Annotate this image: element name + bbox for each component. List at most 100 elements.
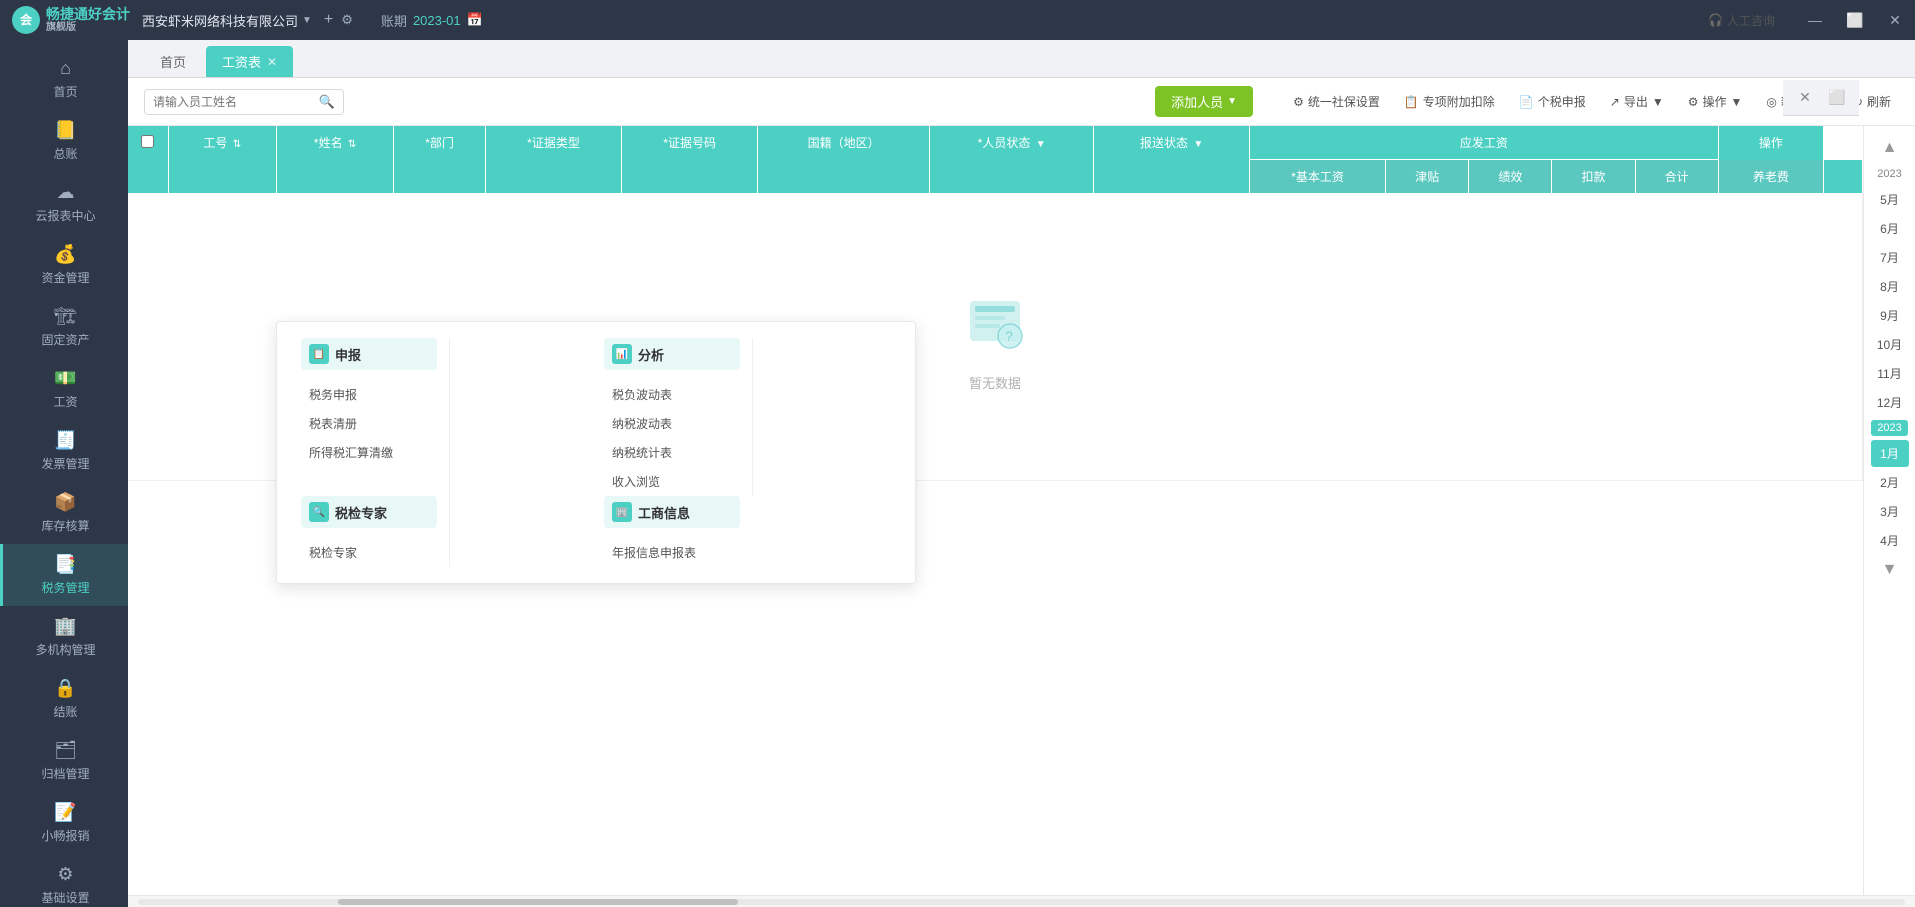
cal-nav-down[interactable]: ▼ [1876, 556, 1904, 584]
cal-month-9[interactable]: 9月 [1871, 302, 1909, 329]
sidebar-item-multi-org[interactable]: 🏢 多机构管理 [0, 606, 128, 668]
org-icon: 🏢 [54, 616, 76, 637]
cal-month-10[interactable]: 10月 [1871, 331, 1909, 358]
sidebar-label-fund: 资金管理 [41, 269, 89, 286]
tab-salary-table[interactable]: 工资表 ✕ [206, 46, 293, 77]
cal-month-1[interactable]: 1月 [1871, 440, 1909, 467]
cal-month-2[interactable]: 2月 [1871, 469, 1909, 496]
sidebar-label-tax: 税务管理 [41, 579, 89, 596]
main-layout: ⌂ 首页 📒 总账 ☁ 云报表中心 💰 资金管理 🏗 固定资产 💵 工资 🧾 发… [0, 40, 1915, 907]
cal-month-3[interactable]: 3月 [1871, 498, 1909, 525]
cal-month-4[interactable]: 4月 [1871, 527, 1909, 554]
th-name: *姓名 ⇅ [277, 126, 394, 160]
sidebar-item-fund[interactable]: 💰 资金管理 [0, 234, 128, 296]
scroll-bar-wrap [128, 895, 1915, 907]
menu-item-income-browse[interactable]: 收入浏览 [604, 467, 740, 496]
cal-month-7[interactable]: 7月 [1871, 244, 1909, 271]
scroll-bar-thumb[interactable] [338, 899, 738, 905]
sidebar-label-org: 多机构管理 [35, 641, 95, 658]
sidebar-item-salary[interactable]: 💵 工资 [0, 358, 128, 420]
settings-sidebar-icon: ⚙ [57, 864, 73, 885]
sidebar-label-report: 小畅报销 [41, 827, 89, 844]
tab-salary-close-icon[interactable]: ✕ [267, 55, 277, 69]
menu-item-tax-declaration[interactable]: 税务申报 [301, 380, 437, 409]
th2-rs [1094, 160, 1250, 194]
sidebar-item-report[interactable]: 📝 小畅报销 [0, 792, 128, 854]
cal-month-6[interactable]: 6月 [1871, 215, 1909, 242]
sidebar-label-assets: 固定资产 [41, 331, 89, 348]
add-person-label: 添加人员 [1171, 92, 1223, 111]
operations-btn[interactable]: ⚙ 操作 ▼ [1680, 89, 1751, 114]
tab-close-btn[interactable]: ✕ [1791, 86, 1819, 110]
th2-nat [758, 160, 930, 194]
menu-item-annual-report[interactable]: 年报信息申报表 [604, 538, 740, 567]
sidebar-item-general-ledger[interactable]: 📒 总账 [0, 110, 128, 172]
tax-declaration-btn[interactable]: 📄 个税申报 [1511, 89, 1594, 114]
export-label: 导出 [1624, 93, 1648, 110]
add-person-button[interactable]: 添加人员 ▼ [1155, 86, 1253, 117]
tab-restore-btn[interactable]: ⬜ [1823, 86, 1851, 110]
sidebar-item-invoice[interactable]: 🧾 发票管理 [0, 420, 128, 482]
scroll-bar-track[interactable] [138, 899, 1905, 905]
search-input[interactable] [153, 95, 313, 109]
cal-month-5[interactable]: 5月 [1871, 186, 1909, 213]
empty-text: 暂无数据 [969, 373, 1021, 392]
menu-section-business-info: 🏢 工商信息 年报信息申报表 [596, 496, 748, 567]
menu-item-tax-payment-fluctuation[interactable]: 纳税波动表 [604, 409, 740, 438]
th2-idtype [485, 160, 621, 194]
company-selector[interactable]: 西安虾米网络科技有限公司 ▼ [142, 11, 312, 30]
sidebar: ⌂ 首页 📒 总账 ☁ 云报表中心 💰 资金管理 🏗 固定资产 💵 工资 🧾 发… [0, 40, 128, 907]
menu-item-tax-expert[interactable]: 税检专家 [301, 538, 437, 567]
menu-section-title-tax-expert: 🔍 税检专家 [301, 496, 437, 528]
sidebar-item-settings[interactable]: ⚙ 基础设置 [0, 854, 128, 907]
tax-expert-section-label: 税检专家 [335, 503, 387, 522]
special-deduction-btn[interactable]: 📋 专项附加扣除 [1396, 89, 1503, 114]
sidebar-item-archive[interactable]: 🗂 归档管理 [0, 730, 128, 792]
th-department: *部门 [394, 126, 486, 160]
sidebar-label-cloud: 云报表中心 [35, 207, 95, 224]
declaration-section-label: 申报 [335, 345, 361, 364]
th-subsidy: 津贴 [1386, 160, 1469, 194]
window-maximize-btn[interactable]: ⬜ [1835, 0, 1875, 40]
cal-month-12[interactable]: 12月 [1871, 389, 1909, 416]
export-arrow-icon: ▼ [1652, 95, 1664, 109]
company-name: 西安虾米网络科技有限公司 [142, 11, 298, 30]
export-btn[interactable]: ↗ 导出 ▼ [1602, 89, 1672, 114]
sidebar-item-inventory[interactable]: 📦 库存核算 [0, 482, 128, 544]
settings-icon[interactable]: ⚙ [341, 12, 353, 28]
sort-employee-no-icon[interactable]: ⇅ [233, 139, 241, 150]
menu-item-income-tax-settle[interactable]: 所得税汇算清缴 [301, 438, 437, 467]
service-btn[interactable]: 🎧 人工咨询 [1700, 8, 1783, 33]
filter-person-status-icon[interactable]: ▼ [1036, 139, 1046, 150]
menu-item-tax-fluctuation[interactable]: 税负波动表 [604, 380, 740, 409]
sort-name-icon[interactable]: ⇅ [348, 139, 356, 150]
filter-report-status-icon[interactable]: ▼ [1193, 139, 1203, 150]
menu-item-tax-statistics[interactable]: 纳税统计表 [604, 438, 740, 467]
sidebar-item-fixed-assets[interactable]: 🏗 固定资产 [0, 296, 128, 358]
sidebar-label-invoice: 发票管理 [41, 455, 89, 472]
period-calendar-icon[interactable]: 📅 [467, 12, 483, 28]
empty-illustration: ? [955, 281, 1035, 361]
social-security-btn[interactable]: ⚙ 统一社保设置 [1285, 89, 1388, 114]
th-total: 合计 [1635, 160, 1718, 194]
menu-section-title-business-info: 🏢 工商信息 [604, 496, 740, 528]
th-id-type: *证据类型 [485, 126, 621, 160]
sidebar-item-cloud-reports[interactable]: ☁ 云报表中心 [0, 172, 128, 234]
cal-month-8[interactable]: 8月 [1871, 273, 1909, 300]
sidebar-item-home[interactable]: ⌂ 首页 [0, 48, 128, 110]
th-checkbox[interactable] [128, 126, 168, 160]
sidebar-item-tax[interactable]: 📑 税务管理 [0, 544, 128, 606]
archive-icon: 🗂 [54, 740, 77, 761]
menu-item-tax-clearance[interactable]: 税表清册 [301, 409, 437, 438]
window-close-btn[interactable]: ✕ [1875, 0, 1915, 40]
analysis-section-label: 分析 [638, 345, 664, 364]
cal-month-11[interactable]: 11月 [1871, 360, 1909, 387]
cal-year-2023-top: 2023 [1877, 164, 1901, 184]
cal-nav-up[interactable]: ▲ [1876, 134, 1904, 162]
select-all-checkbox[interactable] [141, 135, 154, 148]
tab-home[interactable]: 首页 [144, 46, 202, 77]
add-company-icon[interactable]: + [324, 11, 333, 29]
search-wrap: 🔍 [144, 89, 344, 115]
sidebar-item-closing[interactable]: 🔒 结账 [0, 668, 128, 730]
window-minimize-btn[interactable]: — [1795, 0, 1835, 40]
